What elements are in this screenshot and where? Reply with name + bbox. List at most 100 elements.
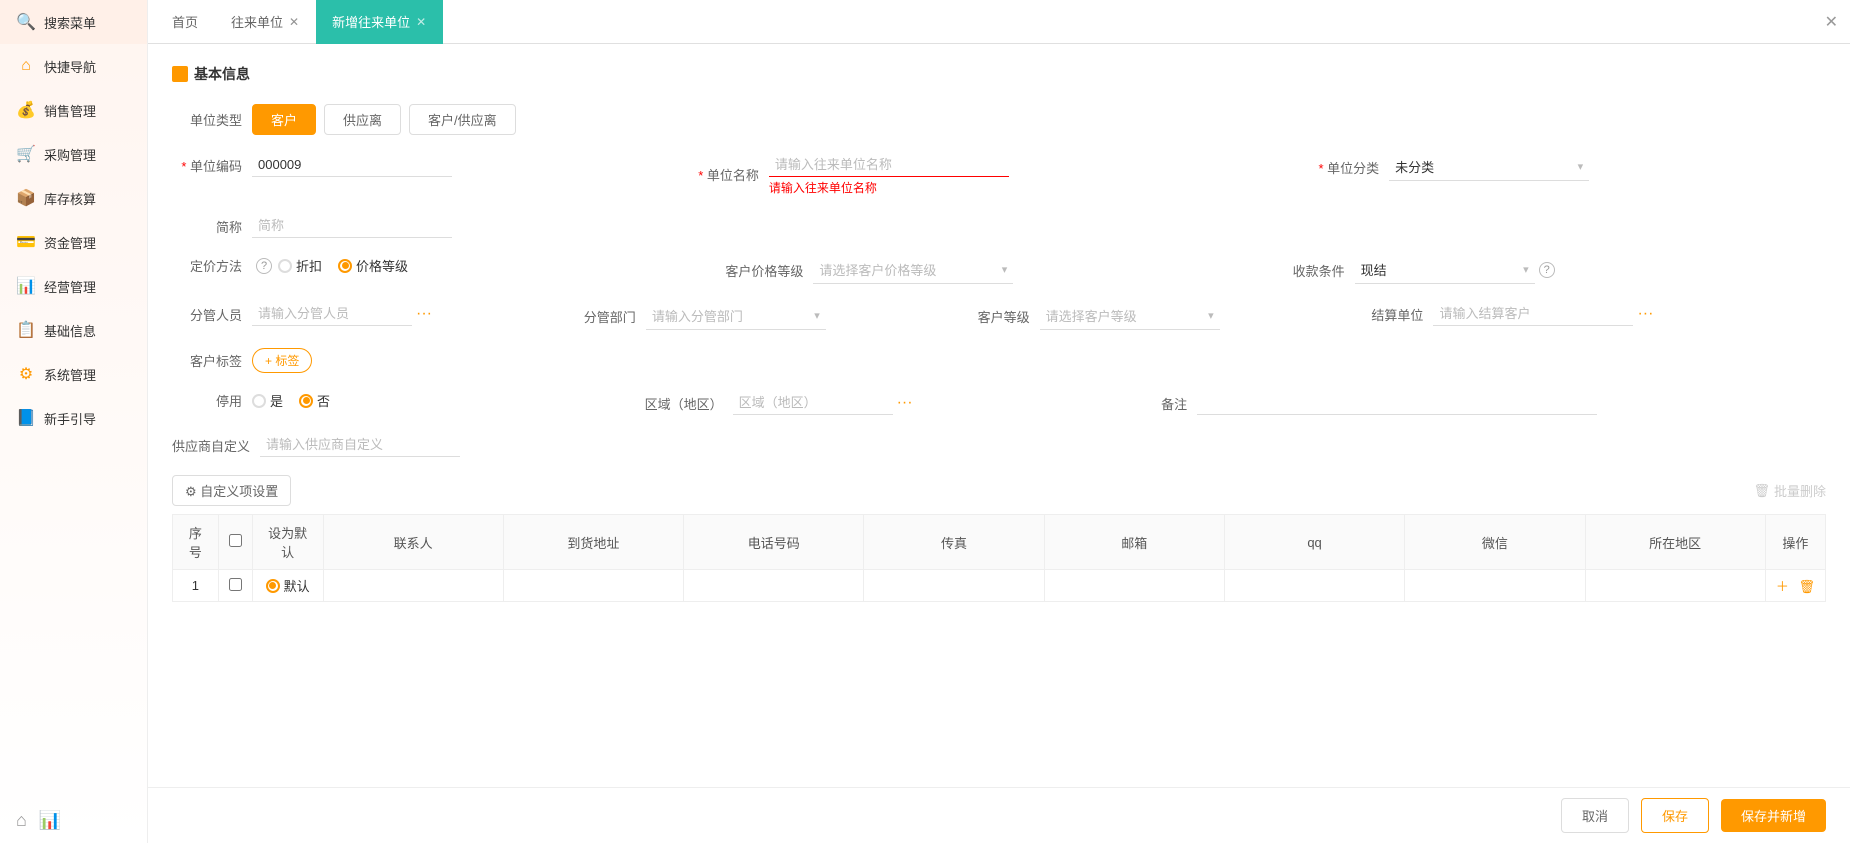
section-title-text: 基本信息 [194, 64, 250, 84]
row-add-btn[interactable]: ＋ [1776, 579, 1789, 594]
batch-delete-label: 批量删除 [1774, 481, 1826, 500]
inventory-icon: 📦 [16, 188, 36, 208]
window-close-button[interactable]: ✕ [1825, 12, 1838, 32]
disabled-yes-radio[interactable]: 是 [252, 391, 283, 410]
row-wechat[interactable] [1405, 570, 1585, 602]
pricing-discount-label: 折扣 [296, 256, 322, 275]
code-name-category-row: 单位编码 单位名称 请输入往来单位名称 单位分类 未分类 ▾ [172, 153, 1826, 196]
unit-name-error: 请输入往来单位名称 [769, 179, 1009, 196]
unit-name-input[interactable] [769, 153, 1009, 177]
region-input[interactable] [733, 391, 893, 415]
sidebar-label-inventory: 库存核算 [44, 189, 96, 208]
supplier-custom-group: 供应商自定义 [172, 433, 1826, 457]
row-address[interactable] [503, 570, 683, 602]
disabled-no-radio[interactable]: 否 [299, 391, 330, 410]
tab-new-unit-close[interactable]: ✕ [416, 15, 426, 29]
supplier-custom-input[interactable] [260, 433, 460, 457]
sidebar-item-system[interactable]: ⚙ 系统管理 [0, 352, 147, 396]
unit-type-supplier-btn[interactable]: 供应离 [324, 104, 401, 135]
tab-units-label: 往来单位 [231, 12, 283, 31]
custom-settings-button[interactable]: ⚙ 自定义项设置 [172, 475, 291, 506]
sidebar-item-guide[interactable]: 📘 新手引导 [0, 396, 147, 440]
tab-new-unit[interactable]: 新增往来单位 ✕ [316, 0, 443, 44]
sidebar-item-sales[interactable]: 💰 销售管理 [0, 88, 147, 132]
sidebar-item-finance[interactable]: 💳 资金管理 [0, 220, 147, 264]
tab-home[interactable]: 首页 [156, 0, 215, 44]
sidebar-item-inventory[interactable]: 📦 库存核算 [0, 176, 147, 220]
sidebar-item-operations[interactable]: 📊 经营管理 [0, 264, 147, 308]
sidebar-label-operations: 经营管理 [44, 277, 96, 296]
save-button[interactable]: 保存 [1641, 798, 1709, 833]
disabled-radio-group: 是 否 [252, 391, 330, 410]
sidebar-label-guide: 新手引导 [44, 409, 96, 428]
pricing-level-radio[interactable]: 价格等级 [338, 256, 408, 275]
short-name-input[interactable] [252, 214, 452, 238]
price-level-label: 客户价格等级 [723, 261, 813, 280]
batch-delete-icon: 🗑 [1753, 483, 1770, 499]
row-checkbox[interactable] [218, 570, 252, 602]
tab-bar: 首页 往来单位 ✕ 新增往来单位 ✕ ✕ [148, 0, 1850, 44]
manager-more-btn[interactable]: ··· [416, 305, 432, 323]
cancel-button[interactable]: 取消 [1561, 798, 1629, 833]
row-delete-btn[interactable]: 🗑 [1798, 579, 1815, 594]
tab-units-close[interactable]: ✕ [289, 15, 299, 29]
short-name-group: 简称 [172, 214, 1826, 238]
sidebar-label-system: 系统管理 [44, 365, 96, 384]
price-level-select[interactable]: 请选择客户价格等级 ▾ [813, 256, 1013, 284]
row-email[interactable] [1044, 570, 1224, 602]
unit-type-customer-btn[interactable]: 客户 [252, 104, 316, 135]
manager-input[interactable] [252, 302, 412, 326]
row-qq[interactable] [1224, 570, 1404, 602]
pricing-discount-radio[interactable]: 折扣 [278, 256, 322, 275]
supplier-custom-label: 供应商自定义 [172, 436, 260, 455]
sidebar-label-quick-nav: 快捷导航 [44, 57, 96, 76]
region-more-btn[interactable]: ··· [897, 394, 913, 412]
settlement-input[interactable] [1433, 302, 1633, 326]
save-new-button[interactable]: 保存并新增 [1721, 799, 1826, 832]
pricing-method-label: 定价方法 [172, 256, 252, 275]
guide-icon: 📘 [16, 408, 36, 428]
sidebar-item-quick-nav[interactable]: ⌂ 快捷导航 [0, 44, 147, 88]
remark-input[interactable] [1197, 391, 1597, 415]
add-tag-button[interactable]: + 标签 [252, 348, 312, 373]
dept-placeholder: 请输入分管部门 [652, 306, 810, 325]
unit-type-both-btn[interactable]: 客户/供应离 [409, 104, 516, 135]
dept-select[interactable]: 请输入分管部门 ▾ [646, 302, 826, 330]
customer-level-select[interactable]: 请选择客户等级 ▾ [1040, 302, 1220, 330]
sidebar-item-search[interactable]: 🔍 搜索菜单 [0, 0, 147, 44]
unit-category-select[interactable]: 未分类 ▾ [1389, 153, 1589, 181]
price-level-chevron: ▾ [1002, 263, 1008, 276]
dept-label: 分管部门 [566, 307, 646, 326]
unit-type-buttons: 客户 供应离 客户/供应离 [252, 104, 516, 135]
unit-category-group: 单位分类 未分类 ▾ [1309, 153, 1826, 181]
region-label: 区域（地区） [645, 394, 733, 413]
payment-question-icon[interactable]: ? [1539, 262, 1555, 278]
col-contact: 联系人 [323, 515, 503, 570]
row-phone[interactable] [684, 570, 864, 602]
col-wechat: 微信 [1405, 515, 1585, 570]
col-phone: 电话号码 [684, 515, 864, 570]
row-contact[interactable] [323, 570, 503, 602]
row-default[interactable]: 默认 [252, 570, 323, 602]
row-checkbox-input[interactable] [229, 578, 242, 591]
tab-units[interactable]: 往来单位 ✕ [215, 0, 316, 44]
unit-type-group-container: 单位类型 客户 供应离 客户/供应离 [172, 104, 1826, 135]
unit-type-row: 单位类型 客户 供应离 客户/供应离 [172, 104, 1826, 135]
unit-code-input[interactable] [252, 153, 452, 177]
select-all-checkbox[interactable] [229, 534, 242, 547]
batch-delete-button[interactable]: 🗑 批量删除 [1753, 481, 1826, 500]
supplier-custom-row: 供应商自定义 [172, 433, 1826, 457]
col-checkbox[interactable] [218, 515, 252, 570]
unit-name-group: 单位名称 请输入往来单位名称 [689, 153, 1309, 196]
settlement-more-btn[interactable]: ··· [1637, 305, 1653, 323]
sidebar: 🔍 搜索菜单 ⌂ 快捷导航 💰 销售管理 🛒 采购管理 📦 库存核算 💳 资金管… [0, 0, 148, 843]
payment-terms-select[interactable]: 现结 ▾ [1355, 256, 1535, 284]
row-fax[interactable] [864, 570, 1044, 602]
settlement-group: 结算单位 ··· [1353, 302, 1826, 326]
tab-home-label: 首页 [172, 12, 198, 31]
sidebar-item-basic[interactable]: 📋 基础信息 [0, 308, 147, 352]
row-location[interactable] [1585, 570, 1765, 602]
pricing-question-icon[interactable]: ? [256, 258, 272, 274]
remark-group: 备注 [1117, 391, 1826, 415]
sidebar-item-purchase[interactable]: 🛒 采购管理 [0, 132, 147, 176]
